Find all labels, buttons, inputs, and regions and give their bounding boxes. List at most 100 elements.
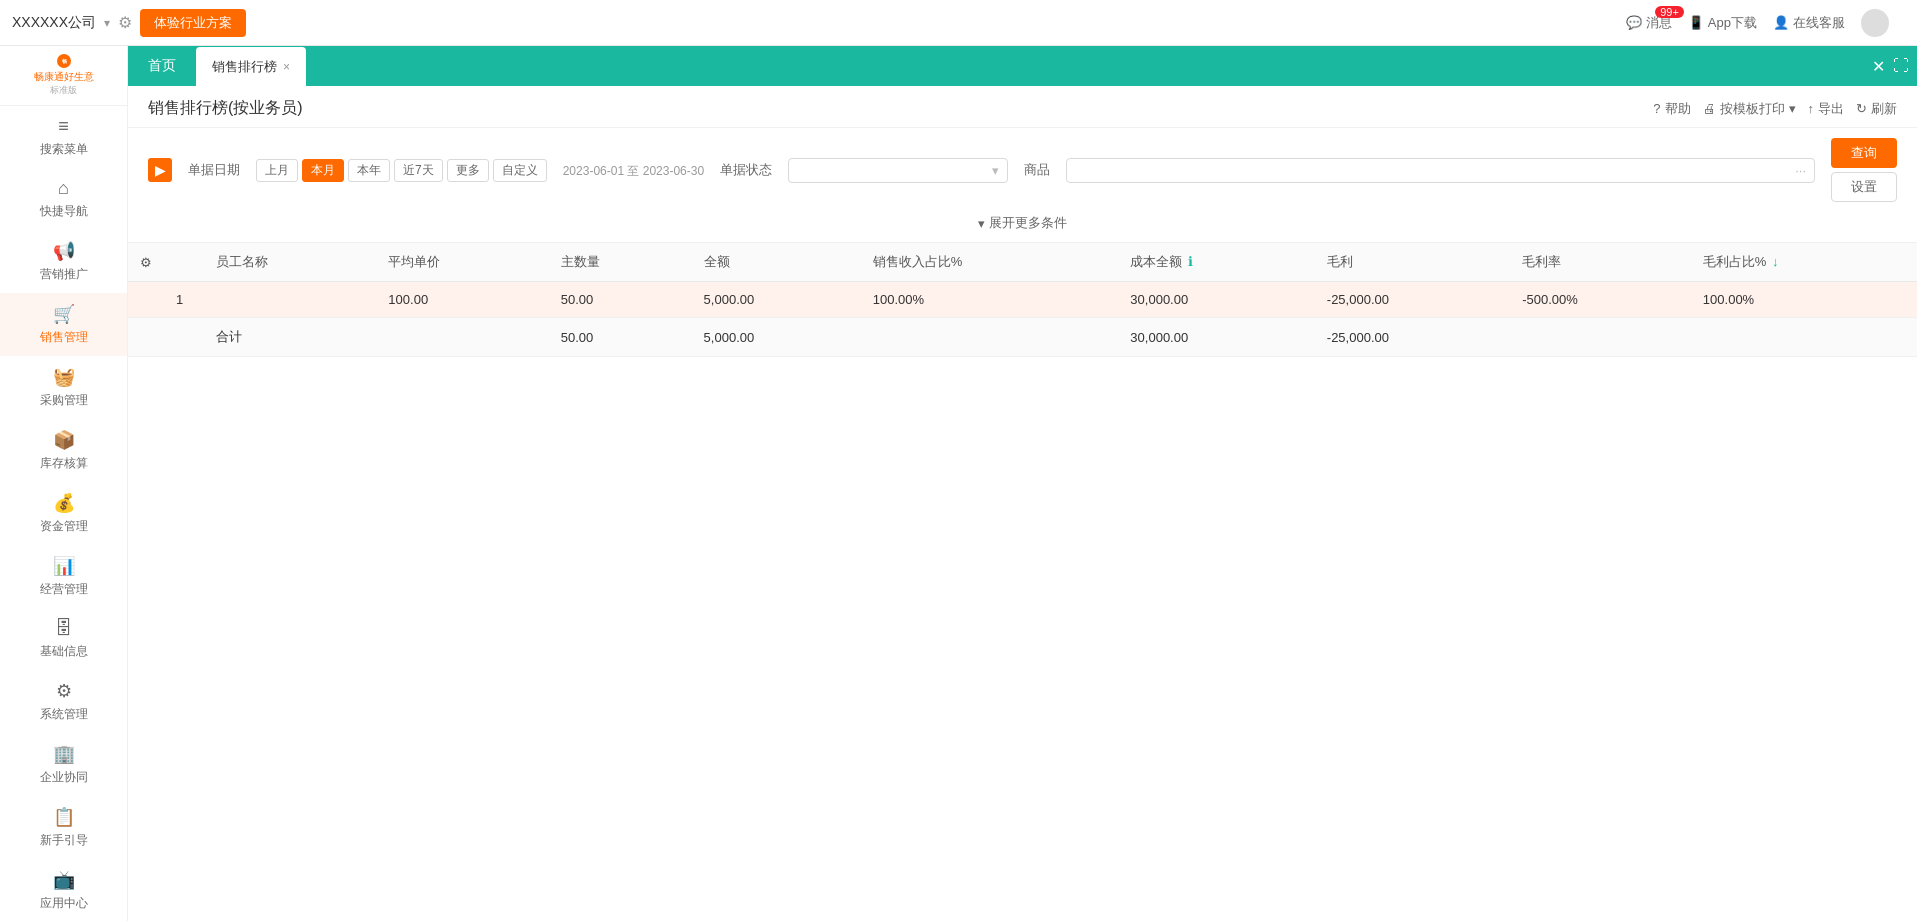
- app-label: App下载: [1708, 14, 1757, 32]
- row-total: 5,000.00: [692, 282, 861, 318]
- cost-info-icon[interactable]: ℹ: [1188, 254, 1193, 269]
- search-order-icon: ≡: [58, 116, 69, 137]
- sidebar-item-purchase[interactable]: 🧺 采购管理: [0, 356, 127, 419]
- refresh-label: 刷新: [1871, 100, 1897, 118]
- footer-gear: [128, 318, 164, 357]
- print-button[interactable]: 🖨 按模板打印 ▾: [1703, 100, 1796, 118]
- service-icon: 👤: [1773, 15, 1789, 30]
- company-dropdown-icon[interactable]: ▾: [104, 16, 110, 30]
- date-range-display: 2023-06-01 至 2023-06-30: [563, 161, 704, 180]
- footer-avg-price: [376, 318, 548, 357]
- sidebar-item-inventory[interactable]: 📦 库存核算: [0, 419, 127, 482]
- sidebar-label-purchase: 采购管理: [40, 392, 88, 409]
- app-center-icon: 📺: [53, 869, 75, 891]
- expand-label: 展开更多条件: [989, 214, 1067, 232]
- sidebar-item-search-order[interactable]: ≡ 搜索菜单: [0, 106, 127, 168]
- page-header: 销售排行榜(按业务员) ? 帮助 🖨 按模板打印 ▾ ↑ 导出: [128, 86, 1917, 128]
- sidebar-label-inventory: 库存核算: [40, 455, 88, 472]
- footer-row: 合计 50.00 5,000.00 30,000.00 -25,000.00: [128, 318, 1917, 357]
- sidebar-label-sales: 销售管理: [40, 329, 88, 346]
- tab-home[interactable]: 首页: [128, 46, 196, 86]
- tab-maximize-icon[interactable]: ⛶: [1893, 57, 1909, 75]
- logo-sub: 标准版: [50, 84, 77, 97]
- sidebar-logo: 畅 畅康通好生意 标准版: [0, 46, 127, 106]
- query-button[interactable]: 查询: [1831, 138, 1897, 168]
- filter-toggle-icon[interactable]: ▶: [148, 158, 172, 182]
- row-gross-pct: 100.00%: [1691, 282, 1917, 318]
- row-main-qty: 50.00: [549, 282, 692, 318]
- goods-label: 商品: [1024, 161, 1050, 179]
- sidebar-item-finance[interactable]: 💰 资金管理: [0, 482, 127, 545]
- content-area: 首页 销售排行榜 × ✕ ⛶ 销售排行榜(按业务员) ? 帮助: [128, 46, 1917, 921]
- export-button[interactable]: ↑ 导出: [1808, 100, 1845, 118]
- th-cost: 成本全额 ℹ: [1118, 243, 1314, 282]
- help-label: 帮助: [1665, 100, 1691, 118]
- tab-close-icon[interactable]: ×: [283, 60, 290, 74]
- sidebar-item-basic-info[interactable]: 🗄 基础信息: [0, 608, 127, 670]
- th-gross: 毛利: [1315, 243, 1510, 282]
- company-name: XXXXXX公司: [12, 14, 96, 32]
- logo-brand: 畅康通好生意: [34, 70, 94, 84]
- marketing-icon: 📢: [53, 240, 75, 262]
- goods-input[interactable]: ···: [1066, 158, 1815, 183]
- date-btn-custom[interactable]: 自定义: [493, 159, 547, 182]
- settings-button[interactable]: 设置: [1831, 172, 1897, 202]
- footer-label: 合计: [204, 318, 376, 357]
- expand-section: ▾ 展开更多条件: [148, 210, 1897, 232]
- sidebar-item-sales[interactable]: 🛒 销售管理: [0, 293, 127, 356]
- status-dropdown-icon: ▾: [992, 163, 999, 178]
- app-download-button[interactable]: 📱 App下载: [1688, 14, 1757, 32]
- sidebar-item-app-center[interactable]: 📺 应用中心: [0, 859, 127, 921]
- settings-icon[interactable]: ⚙: [118, 13, 132, 32]
- inventory-icon: 📦: [53, 429, 75, 451]
- tab-close-window-icon[interactable]: ✕: [1872, 57, 1885, 76]
- print-label: 按模板打印: [1720, 100, 1785, 118]
- table-row: 1 100.00 50.00 5,000.00 100.00% 30,000.0…: [128, 282, 1917, 318]
- th-settings[interactable]: ⚙: [128, 243, 164, 282]
- page-content: 销售排行榜(按业务员) ? 帮助 🖨 按模板打印 ▾ ↑ 导出: [128, 86, 1917, 921]
- export-icon: ↑: [1808, 101, 1815, 116]
- purchase-icon: 🧺: [53, 366, 75, 388]
- status-label: 单据状态: [720, 161, 772, 179]
- print-dropdown-icon[interactable]: ▾: [1789, 101, 1796, 116]
- online-service-button[interactable]: 👤 在线客服: [1773, 14, 1845, 32]
- date-btn-this-month[interactable]: 本月: [302, 159, 344, 182]
- sidebar-item-operations[interactable]: 📊 经营管理: [0, 545, 127, 608]
- th-rank: [164, 243, 204, 282]
- sidebar-label-marketing: 营销推广: [40, 266, 88, 283]
- th-name: 员工名称: [204, 243, 376, 282]
- sidebar-item-marketing[interactable]: 📢 营销推广: [0, 230, 127, 293]
- gross-pct-sort-icon[interactable]: ↓: [1772, 254, 1779, 269]
- top-bar-left: XXXXXX公司 ▾ ⚙ 体验行业方案: [12, 9, 246, 37]
- message-button[interactable]: 💬 消息 99+: [1626, 14, 1672, 32]
- sidebar-item-system[interactable]: ⚙ 系统管理: [0, 670, 127, 733]
- table-wrapper: ⚙ 员工名称 平均单价 主数量 全额 销售收入占比% 成本全额 ℹ 毛利: [128, 243, 1917, 921]
- th-avg-price: 平均单价: [376, 243, 548, 282]
- table-body: 1 100.00 50.00 5,000.00 100.00% 30,000.0…: [128, 282, 1917, 318]
- sidebar-item-enterprise[interactable]: 🏢 企业协同: [0, 733, 127, 796]
- date-btn-more[interactable]: 更多: [447, 159, 489, 182]
- sidebar-item-guide[interactable]: 📋 新手引导: [0, 796, 127, 859]
- th-gross-pct: 毛利占比% ↓: [1691, 243, 1917, 282]
- tab-sales-ranking[interactable]: 销售排行榜 ×: [196, 47, 306, 87]
- trial-button[interactable]: 体验行业方案: [140, 9, 246, 37]
- expand-down-icon: ▾: [978, 216, 985, 231]
- sidebar-item-quick-nav[interactable]: ⌂ 快捷导航: [0, 168, 127, 230]
- row-gear: [128, 282, 164, 318]
- date-btn-this-year[interactable]: 本年: [348, 159, 390, 182]
- tab-bar-right: ✕ ⛶: [1872, 57, 1917, 76]
- help-icon: ?: [1653, 101, 1660, 116]
- help-button[interactable]: ? 帮助: [1653, 100, 1690, 118]
- system-icon: ⚙: [56, 680, 72, 702]
- date-btn-last-month[interactable]: 上月: [256, 159, 298, 182]
- service-label: 在线客服: [1793, 14, 1845, 32]
- sidebar-label-enterprise: 企业协同: [40, 769, 88, 786]
- date-btn-last-7-days[interactable]: 近7天: [394, 159, 443, 182]
- expand-button[interactable]: ▾ 展开更多条件: [978, 214, 1067, 232]
- sales-icon: 🛒: [53, 303, 75, 325]
- status-select[interactable]: ▾: [788, 158, 1008, 183]
- table-header-row: ⚙ 员工名称 平均单价 主数量 全额 销售收入占比% 成本全额 ℹ 毛利: [128, 243, 1917, 282]
- refresh-button[interactable]: ↻ 刷新: [1856, 100, 1897, 118]
- page-title: 销售排行榜(按业务员): [148, 98, 303, 119]
- avatar[interactable]: [1861, 9, 1889, 37]
